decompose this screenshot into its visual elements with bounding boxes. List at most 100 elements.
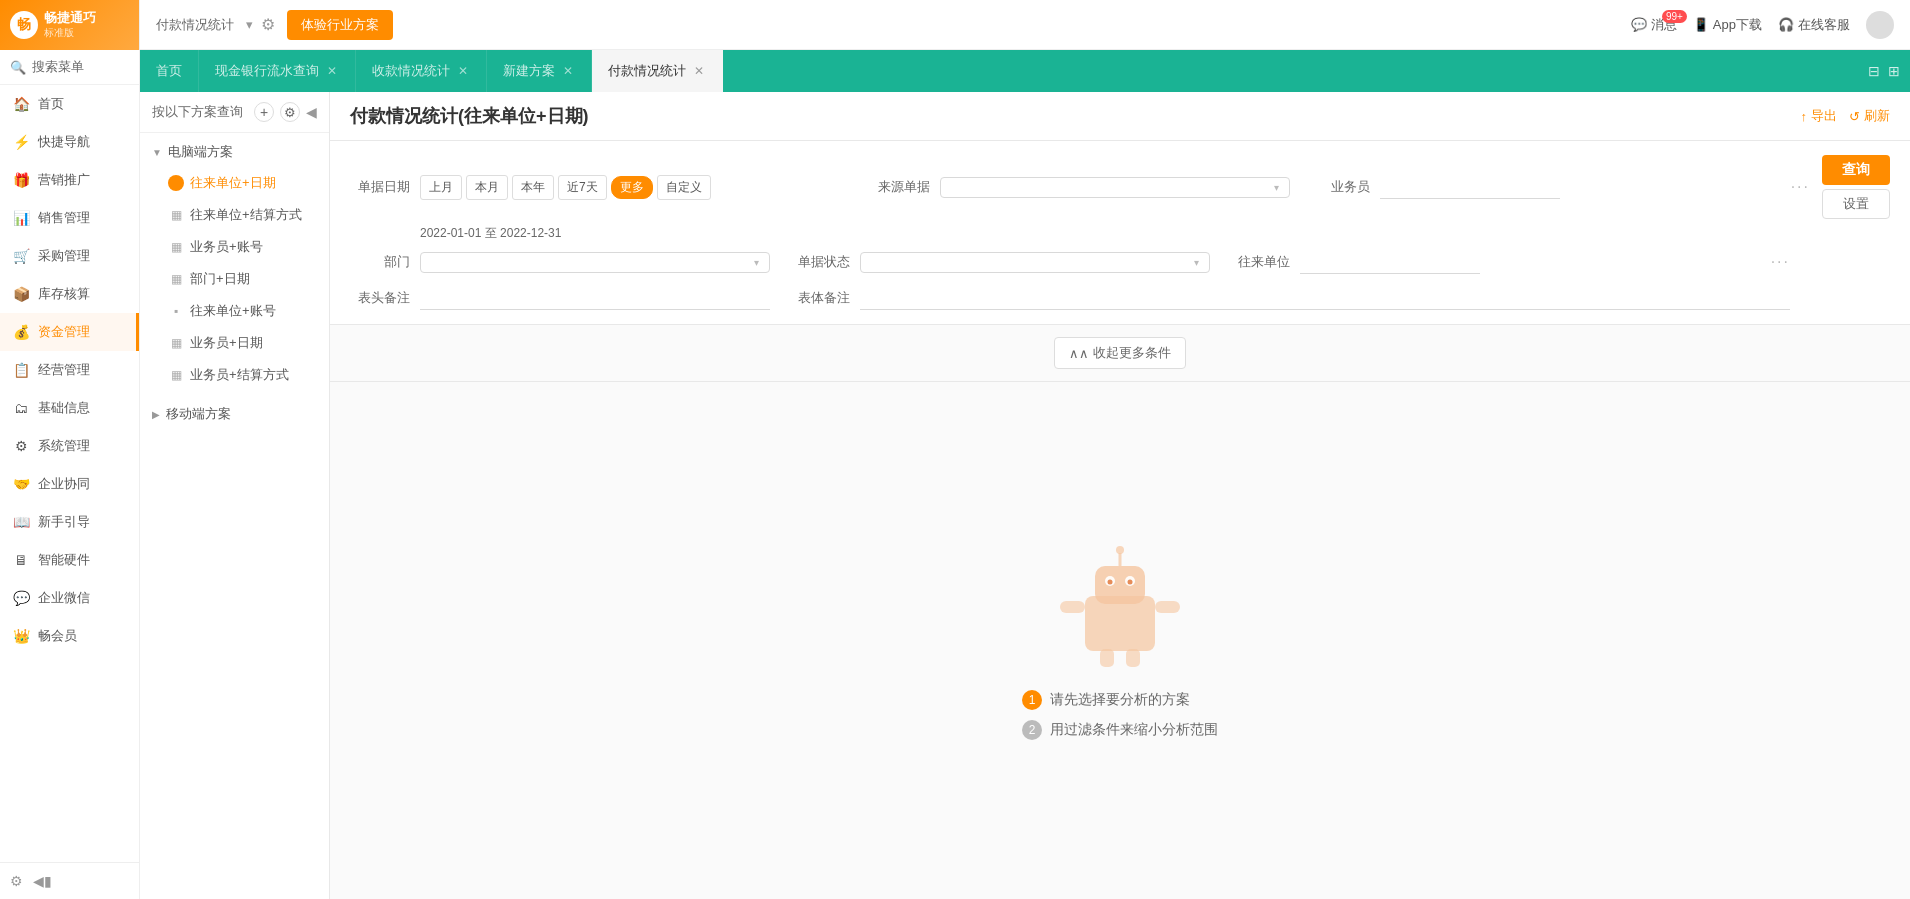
settings-footer-btn[interactable]: ⚙ (10, 873, 23, 889)
logo-icon: 畅 (10, 11, 38, 39)
date-btn-last-month[interactable]: 上月 (420, 175, 462, 200)
dept-label: 部门 (350, 253, 420, 271)
partner-input[interactable] (1300, 250, 1480, 274)
sidebar-item-guide[interactable]: 📖 新手引导 (0, 503, 139, 541)
grid-icon-3: ▦ (168, 271, 184, 287)
partner-dots[interactable]: ··· (1771, 253, 1790, 271)
scheme-group-desktop-header[interactable]: ▼ 电脑端方案 (140, 137, 329, 167)
bar-chart-icon: ▪ (168, 303, 184, 319)
sidebar-item-marketing[interactable]: 🎁 营销推广 (0, 161, 139, 199)
dept-select[interactable]: ▾ (420, 252, 770, 273)
tab-home[interactable]: 首页 (140, 50, 199, 92)
sidebar-item-sales[interactable]: 📊 销售管理 (0, 199, 139, 237)
scheme-item-salesman-date[interactable]: ▦ 业务员+日期 (140, 327, 329, 359)
scheme-item-salesman-account[interactable]: ▦ 业务员+账号 (140, 231, 329, 263)
marketing-icon: 🎁 (12, 171, 30, 189)
sidebar-item-enterprise[interactable]: 🤝 企业协同 (0, 465, 139, 503)
operation-icon: 📋 (12, 361, 30, 379)
date-btn-this-year[interactable]: 本年 (512, 175, 554, 200)
industry-btn[interactable]: 体验行业方案 (287, 10, 393, 40)
date-control: 上月 本月 本年 近7天 更多 自定义 (420, 175, 850, 200)
sidebar-item-basic-info[interactable]: 🗂 基础信息 (0, 389, 139, 427)
source-select-arrow: ▾ (1274, 182, 1279, 193)
sidebar-item-system[interactable]: ⚙ 系统管理 (0, 427, 139, 465)
tab-close-receipt[interactable]: ✕ (456, 64, 470, 78)
tabbar: 首页 现金银行流水查询 ✕ 收款情况统计 ✕ 新建方案 ✕ 付款情况统计 ✕ ⊟… (140, 50, 1910, 92)
tab-receipt[interactable]: 收款情况统计 ✕ (356, 50, 487, 92)
sidebar-item-inventory[interactable]: 📦 库存核算 (0, 275, 139, 313)
app-icon: 📱 (1693, 17, 1709, 32)
user-avatar[interactable] (1866, 11, 1894, 39)
sidebar-item-operation[interactable]: 📋 经营管理 (0, 351, 139, 389)
system-icon: ⚙ (12, 437, 30, 455)
sidebar-item-member[interactable]: 👑 畅会员 (0, 617, 139, 655)
tab-close-cash-bank[interactable]: ✕ (325, 64, 339, 78)
grid-icon-5: ▦ (168, 367, 184, 383)
sidebar-item-quick-nav[interactable]: ⚡ 快捷导航 (0, 123, 139, 161)
scheme-collapse-btn[interactable]: ◀ (306, 104, 317, 120)
collapse-conditions-btn[interactable]: ∧∧ 收起更多条件 (1054, 337, 1186, 369)
table-head-note-input[interactable] (420, 286, 770, 310)
filter-header-actions: ↑ 导出 ↺ 刷新 (1801, 107, 1891, 125)
topbar-dropdown-btn[interactable]: ▾ (246, 17, 253, 32)
message-icon: 💬 (1631, 17, 1647, 32)
refresh-btn[interactable]: ↺ 刷新 (1849, 107, 1890, 125)
search-menu[interactable]: 🔍 搜索菜单 (0, 50, 139, 85)
tab-close-new-scheme[interactable]: ✕ (561, 64, 575, 78)
filter-form: 单据日期 上月 本月 本年 近7天 更多 自定义 来源单据 (330, 141, 1910, 325)
tab-payment-stats[interactable]: 付款情况统计 ✕ (592, 50, 723, 92)
date-btn-7days[interactable]: 近7天 (558, 175, 607, 200)
sidebar-item-purchase[interactable]: 🛒 采购管理 (0, 237, 139, 275)
empty-tip-1: 1 请先选择要分析的方案 (1022, 690, 1218, 710)
salesman-dots[interactable]: ··· (1791, 178, 1810, 196)
robot-illustration (1050, 541, 1190, 671)
tab-minimize-btn[interactable]: ⊟ (1868, 63, 1880, 79)
enterprise-icon: 🤝 (12, 475, 30, 493)
message-badge[interactable]: 💬 消息 99+ (1631, 16, 1677, 34)
settings-btn[interactable]: 设置 (1822, 189, 1890, 219)
basic-info-icon: 🗂 (12, 399, 30, 417)
online-service[interactable]: 🎧 在线客服 (1778, 16, 1850, 34)
scheme-add-btn[interactable]: + (254, 102, 274, 122)
sidebar: 畅 畅捷通巧 标准版 🔍 搜索菜单 🏠 首页 ⚡ 快捷导航 🎁 营销推广 📊 销… (0, 0, 140, 899)
scheme-item-partner-settlement[interactable]: ▦ 往来单位+结算方式 (140, 199, 329, 231)
scheme-item-dept-date[interactable]: ▦ 部门+日期 (140, 263, 329, 295)
doc-status-select[interactable]: ▾ (860, 252, 1210, 273)
sidebar-item-weixin[interactable]: 💬 企业微信 (0, 579, 139, 617)
source-select[interactable]: ▾ (940, 177, 1290, 198)
scheme-group-mobile-header[interactable]: ▶ 移动端方案 (140, 399, 329, 429)
tab-new-scheme[interactable]: 新建方案 ✕ (487, 50, 592, 92)
empty-state: 1 请先选择要分析的方案 2 用过滤条件来缩小分析范围 (330, 382, 1910, 899)
app-download[interactable]: 📱 App下载 (1693, 16, 1762, 34)
svg-point-5 (1128, 580, 1133, 585)
table-body-note-input[interactable] (860, 286, 1790, 310)
date-btn-more[interactable]: 更多 (611, 176, 653, 199)
svg-rect-6 (1060, 601, 1085, 613)
scheme-settings-btn[interactable]: ⚙ (280, 102, 300, 122)
sidebar-item-hardware[interactable]: 🖥 智能硬件 (0, 541, 139, 579)
salesman-input[interactable] (1380, 175, 1560, 199)
topbar-gear-btn[interactable]: ⚙ (261, 15, 275, 34)
scheme-panel: 按以下方案查询 + ⚙ ◀ ▼ 电脑端方案 往来单位+日期 ▦ (140, 92, 330, 899)
date-btn-custom[interactable]: 自定义 (657, 175, 711, 200)
tab-maximize-btn[interactable]: ⊞ (1888, 63, 1900, 79)
scheme-item-salesman-settlement[interactable]: ▦ 业务员+结算方式 (140, 359, 329, 391)
filter-row-1: 单据日期 上月 本月 本年 近7天 更多 自定义 来源单据 (350, 155, 1890, 219)
query-btn[interactable]: 查询 (1822, 155, 1890, 185)
refresh-icon: ↺ (1849, 109, 1860, 124)
empty-tip-2: 2 用过滤条件来缩小分析范围 (1022, 720, 1218, 740)
scheme-item-partner-date[interactable]: 往来单位+日期 (140, 167, 329, 199)
topbar-breadcrumb: 付款情况统计 (156, 16, 234, 34)
sidebar-footer: ⚙ ◀▮ (0, 862, 139, 899)
sidebar-item-capital[interactable]: 💰 资金管理 (0, 313, 139, 351)
scheme-item-partner-account[interactable]: ▪ 往来单位+账号 (140, 295, 329, 327)
scheme-panel-title: 按以下方案查询 (152, 103, 243, 121)
source-label: 来源单据 (870, 178, 940, 196)
date-range-text: 2022-01-01 至 2022-12-31 (420, 225, 561, 242)
sidebar-item-home[interactable]: 🏠 首页 (0, 85, 139, 123)
tab-cash-bank[interactable]: 现金银行流水查询 ✕ (199, 50, 356, 92)
tab-close-payment-stats[interactable]: ✕ (692, 64, 706, 78)
date-btn-this-month[interactable]: 本月 (466, 175, 508, 200)
export-btn[interactable]: ↑ 导出 (1801, 107, 1838, 125)
collapse-sidebar-btn[interactable]: ◀▮ (33, 873, 52, 889)
